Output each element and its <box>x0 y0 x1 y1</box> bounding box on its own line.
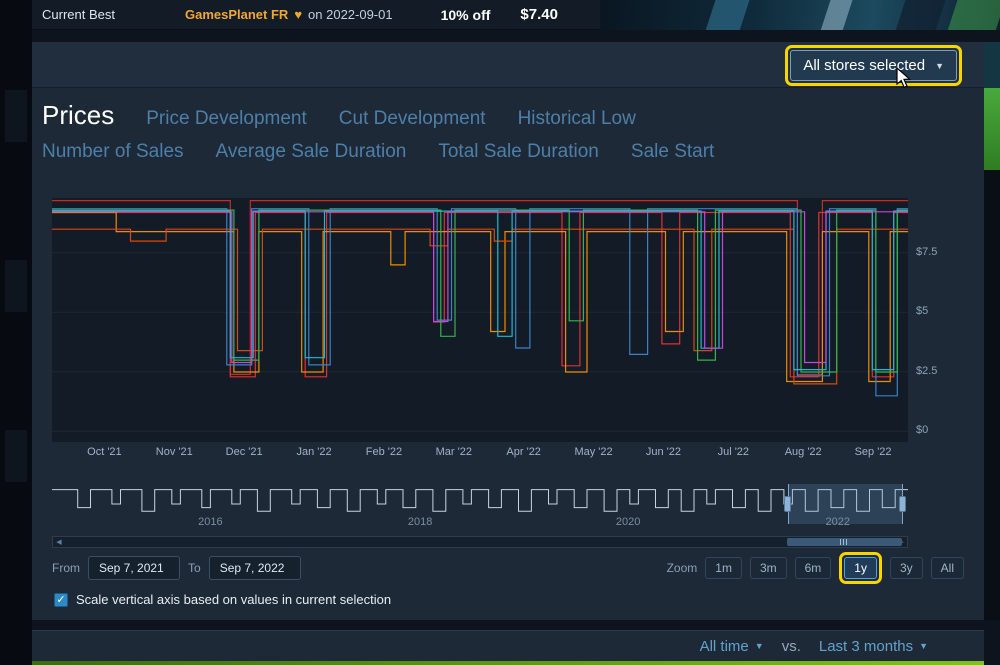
annotation-highlight-1y: 1y <box>839 552 882 584</box>
x-axis-tick-label: Jun '22 <box>646 446 681 458</box>
chart-scrollbar[interactable]: ◀ ▶ <box>52 536 908 548</box>
current-best-store-group: GamesPlanet FR ♥ on 2022-09-01 <box>185 7 393 22</box>
prices-panel: All stores selected ▼ Prices Price Devel… <box>32 42 984 620</box>
discount-badge: 10% off <box>441 7 491 23</box>
navigator-year-label: 2016 <box>198 516 222 528</box>
current-best-date: on 2022-09-01 <box>308 7 393 22</box>
background-artwork-teal <box>984 42 1000 88</box>
navigator-year-label: 2020 <box>616 516 640 528</box>
game-artwork-image <box>600 0 1000 30</box>
price-chart-svg <box>52 198 908 442</box>
range-navigator[interactable]: 2016 2018 2020 2022 <box>52 484 908 528</box>
y-axis-tick-label: $5 <box>916 305 928 317</box>
tab-cut-development[interactable]: Cut Development <box>339 108 486 130</box>
artwork-shape <box>893 0 948 30</box>
zoom-6m-button[interactable]: 6m <box>795 557 832 579</box>
x-axis-tick-label: May '22 <box>574 446 612 458</box>
x-axis-labels: Oct '21 Nov '21 Dec '21 Jan '22 Feb '22 Mar '… <box>52 446 908 462</box>
panel-header: All stores selected ▼ <box>32 42 984 88</box>
current-best-bar: Current Best GamesPlanet FR ♥ on 2022-09… <box>32 0 1000 30</box>
y-axis-tick-label: $0 <box>916 424 928 436</box>
background-right-sliver <box>984 42 1000 620</box>
tab-prices[interactable]: Prices <box>42 100 114 131</box>
background-page-strip <box>32 661 984 665</box>
navigator-handle-right[interactable] <box>899 496 906 512</box>
stores-dropdown[interactable]: All stores selected ▼ <box>790 50 957 81</box>
background-artwork-green <box>984 88 1000 170</box>
x-axis-tick-label: Nov '21 <box>156 446 193 458</box>
zoom-1m-button[interactable]: 1m <box>705 557 742 579</box>
zoom-all-button[interactable]: All <box>931 557 964 579</box>
y-axis-labels: $7.5 $5 $2.5 $0 <box>912 198 976 442</box>
tab-historical-low[interactable]: Historical Low <box>518 108 636 130</box>
y-axis-tick-label: $2.5 <box>916 365 937 377</box>
x-axis-tick-label: Sep '22 <box>855 446 892 458</box>
tab-row-2: Number of Sales Average Sale Duration To… <box>42 141 974 163</box>
x-axis-tick-label: Dec '21 <box>226 446 263 458</box>
scale-axis-checkbox[interactable]: ✓ <box>54 593 68 607</box>
x-axis-tick-label: Aug '22 <box>785 446 822 458</box>
best-price-value: $7.40 <box>520 6 558 23</box>
tab-sale-start[interactable]: Sale Start <box>631 141 714 163</box>
price-tracker-page: Current Best GamesPlanet FR ♥ on 2022-09… <box>0 0 1000 665</box>
navigator-handle-left[interactable] <box>784 496 791 512</box>
y-axis-tick-label: $7.5 <box>916 246 937 258</box>
chart-tabs: Prices Price Development Cut Development… <box>42 100 974 163</box>
zoom-controls: Zoom 1m 3m 6m 1y 3y All <box>667 557 964 579</box>
x-axis-tick-label: Feb '22 <box>366 446 402 458</box>
date-range-controls: From To <box>52 556 301 580</box>
tab-number-of-sales[interactable]: Number of Sales <box>42 141 184 163</box>
tab-average-sale-duration[interactable]: Average Sale Duration <box>216 141 407 163</box>
all-time-label: All time <box>700 638 749 655</box>
background-left-strip <box>0 0 32 665</box>
background-thumbnail <box>5 260 27 312</box>
navigator-year-label: 2018 <box>408 516 432 528</box>
x-axis-tick-label: Jul '22 <box>718 446 749 458</box>
zoom-1y-button[interactable]: 1y <box>844 557 877 579</box>
annotation-highlight-dropdown: All stores selected ▼ <box>785 45 962 86</box>
artwork-shape <box>703 0 752 30</box>
chevron-down-icon: ▼ <box>919 641 928 651</box>
scale-axis-label: Scale vertical axis based on values in c… <box>76 592 391 607</box>
from-date-input[interactable] <box>88 556 180 580</box>
to-label: To <box>188 561 201 575</box>
scrollbar-left-arrow-icon[interactable]: ◀ <box>53 537 65 547</box>
scrollbar-grip-icon <box>840 539 849 545</box>
x-axis-tick-label: Oct '21 <box>87 446 122 458</box>
navigator-year-label: 2022 <box>826 516 850 528</box>
tab-price-development[interactable]: Price Development <box>146 108 307 130</box>
last-3-months-label: Last 3 months <box>819 638 913 655</box>
range-controls: From To Zoom 1m 3m 6m 1y 3y All <box>52 556 964 580</box>
chevron-down-icon: ▼ <box>755 641 764 651</box>
mouse-cursor <box>896 68 912 90</box>
background-thumbnail <box>5 90 27 142</box>
artwork-shape <box>945 0 1000 30</box>
price-chart-plot[interactable] <box>52 198 908 442</box>
tab-total-sale-duration[interactable]: Total Sale Duration <box>438 141 599 163</box>
store-name-link[interactable]: GamesPlanet FR <box>185 7 288 22</box>
scrollbar-thumb[interactable] <box>787 538 901 546</box>
x-axis-tick-label: Mar '22 <box>436 446 472 458</box>
x-axis-tick-label: Apr '22 <box>506 446 541 458</box>
vs-label: vs. <box>782 638 801 655</box>
tab-row-1: Prices Price Development Cut Development… <box>42 100 974 131</box>
current-best-label: Current Best <box>42 7 115 22</box>
heart-icon: ♥ <box>294 7 302 22</box>
zoom-3m-button[interactable]: 3m <box>750 557 787 579</box>
all-time-select[interactable]: All time ▼ <box>700 638 764 655</box>
background-thumbnail <box>5 430 27 482</box>
last-3-months-select[interactable]: Last 3 months ▼ <box>819 638 928 655</box>
x-axis-tick-label: Jan '22 <box>296 446 331 458</box>
navigator-svg <box>52 484 908 524</box>
chevron-down-icon: ▼ <box>935 61 944 71</box>
from-label: From <box>52 561 80 575</box>
artwork-shape <box>818 0 855 30</box>
zoom-label: Zoom <box>667 561 698 575</box>
to-date-input[interactable] <box>209 556 301 580</box>
scale-axis-option: ✓ Scale vertical axis based on values in… <box>54 592 391 607</box>
zoom-3y-button[interactable]: 3y <box>890 557 923 579</box>
comparison-footer: All time ▼ vs. Last 3 months ▼ <box>32 630 984 661</box>
